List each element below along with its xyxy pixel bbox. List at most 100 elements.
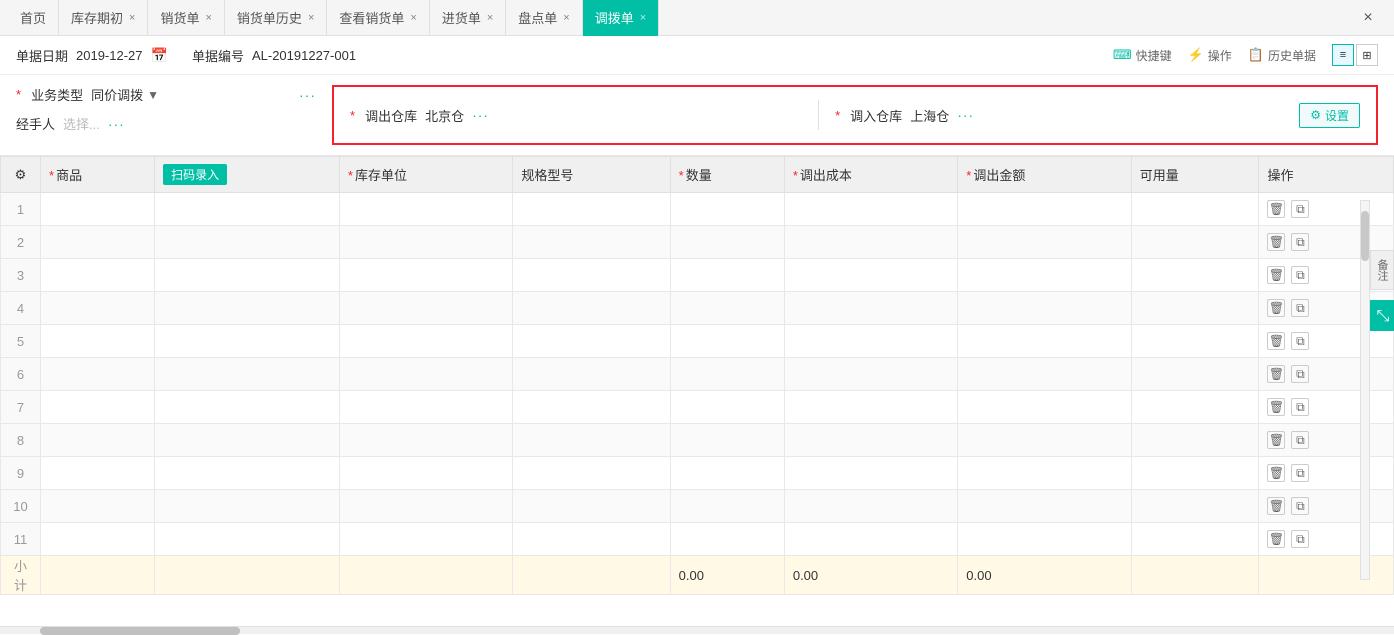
cell-unit[interactable] (339, 424, 512, 457)
tab-close-purchase-order[interactable]: × (487, 12, 493, 24)
copy-icon[interactable]: ⧉ (1291, 497, 1309, 515)
copy-icon[interactable]: ⧉ (1291, 464, 1309, 482)
cell-spec[interactable] (513, 490, 670, 523)
window-close-button[interactable]: × (1350, 0, 1386, 36)
cell-spec[interactable] (513, 325, 670, 358)
cell-product[interactable] (41, 358, 155, 391)
cell-cost[interactable] (784, 424, 957, 457)
cell-amount[interactable] (958, 457, 1131, 490)
delete-icon[interactable]: 🗑 (1267, 200, 1285, 218)
cell-unit[interactable] (339, 490, 512, 523)
cell-product[interactable] (41, 391, 155, 424)
cell-product[interactable] (41, 259, 155, 292)
handler-more[interactable]: ··· (108, 116, 125, 132)
vertical-scrollbar[interactable] (1360, 200, 1370, 580)
cell-spec[interactable] (513, 226, 670, 259)
cell-product[interactable] (41, 292, 155, 325)
cell-amount[interactable] (958, 424, 1131, 457)
cell-unit[interactable] (339, 259, 512, 292)
tab-close-sales-history[interactable]: × (308, 12, 314, 24)
cell-quantity[interactable] (670, 325, 784, 358)
delete-icon[interactable]: 🗑 (1267, 332, 1285, 350)
note-sidebar-button[interactable]: 备注 (1370, 250, 1394, 290)
col-gear[interactable]: ⚙ (1, 157, 41, 193)
tab-home[interactable]: 首页 (8, 0, 59, 36)
cell-cost[interactable] (784, 193, 957, 226)
copy-icon[interactable]: ⧉ (1291, 200, 1309, 218)
warehouse-out-more[interactable]: ··· (472, 107, 489, 123)
cell-cost[interactable] (784, 358, 957, 391)
business-type-arrow[interactable]: ▼ (147, 88, 159, 102)
warehouse-settings-button[interactable]: ⚙ 设置 (1299, 103, 1360, 128)
delete-icon[interactable]: 🗑 (1267, 464, 1285, 482)
cell-amount[interactable] (958, 292, 1131, 325)
tab-close-transfer[interactable]: × (640, 12, 646, 24)
history-button[interactable]: 📋 历史单据 (1248, 47, 1316, 64)
tab-close-sales-order[interactable]: × (205, 12, 211, 24)
cell-spec[interactable] (513, 424, 670, 457)
cell-unit[interactable] (339, 358, 512, 391)
shortcut-button[interactable]: ⌨ 快捷键 (1113, 47, 1172, 64)
cell-quantity[interactable] (670, 193, 784, 226)
tab-purchase-order[interactable]: 进货单 × (430, 0, 506, 36)
cell-quantity[interactable] (670, 490, 784, 523)
cell-amount[interactable] (958, 193, 1131, 226)
cell-cost[interactable] (784, 325, 957, 358)
cell-scan[interactable] (155, 358, 340, 391)
cell-available[interactable] (1131, 358, 1259, 391)
cell-quantity[interactable] (670, 457, 784, 490)
copy-icon[interactable]: ⧉ (1291, 431, 1309, 449)
cell-product[interactable] (41, 226, 155, 259)
cell-spec[interactable] (513, 292, 670, 325)
cell-cost[interactable] (784, 457, 957, 490)
cell-cost[interactable] (784, 292, 957, 325)
delete-icon[interactable]: 🗑 (1267, 299, 1285, 317)
tab-stocktake[interactable]: 盘点单 × (506, 0, 582, 36)
cell-available[interactable] (1131, 424, 1259, 457)
cell-scan[interactable] (155, 292, 340, 325)
cell-amount[interactable] (958, 490, 1131, 523)
cell-unit[interactable] (339, 523, 512, 556)
handler-input[interactable]: 选择... (63, 114, 100, 133)
tab-view-sales[interactable]: 查看销货单 × (327, 0, 429, 36)
cell-spec[interactable] (513, 523, 670, 556)
cell-available[interactable] (1131, 325, 1259, 358)
copy-icon[interactable]: ⧉ (1291, 398, 1309, 416)
cell-amount[interactable] (958, 226, 1131, 259)
horizontal-scrollbar[interactable] (0, 626, 1394, 634)
cell-available[interactable] (1131, 259, 1259, 292)
cell-quantity[interactable] (670, 358, 784, 391)
cell-available[interactable] (1131, 490, 1259, 523)
vertical-scroll-thumb[interactable] (1361, 211, 1369, 261)
business-type-select[interactable]: 同价调拨 ▼ (91, 85, 291, 104)
cell-cost[interactable] (784, 490, 957, 523)
cell-unit[interactable] (339, 325, 512, 358)
cell-amount[interactable] (958, 358, 1131, 391)
cell-product[interactable] (41, 457, 155, 490)
delete-icon[interactable]: 🗑 (1267, 266, 1285, 284)
cell-available[interactable] (1131, 391, 1259, 424)
cell-quantity[interactable] (670, 292, 784, 325)
cell-amount[interactable] (958, 391, 1131, 424)
cell-cost[interactable] (784, 523, 957, 556)
layout-list-button[interactable]: ≡ (1332, 44, 1354, 66)
cell-scan[interactable] (155, 325, 340, 358)
cell-spec[interactable] (513, 391, 670, 424)
tab-inventory-init[interactable]: 库存期初 × (59, 0, 148, 36)
cell-quantity[interactable] (670, 424, 784, 457)
cell-product[interactable] (41, 490, 155, 523)
warehouse-in-more[interactable]: ··· (957, 107, 974, 123)
tab-sales-history[interactable]: 销货单历史 × (225, 0, 327, 36)
operation-button[interactable]: ⚡ 操作 (1188, 47, 1232, 64)
cell-amount[interactable] (958, 523, 1131, 556)
cell-spec[interactable] (513, 193, 670, 226)
copy-icon[interactable]: ⧉ (1291, 266, 1309, 284)
delete-icon[interactable]: 🗑 (1267, 233, 1285, 251)
copy-icon[interactable]: ⧉ (1291, 365, 1309, 383)
delete-icon[interactable]: 🗑 (1267, 398, 1285, 416)
cell-cost[interactable] (784, 391, 957, 424)
cell-available[interactable] (1131, 226, 1259, 259)
cell-unit[interactable] (339, 457, 512, 490)
cell-scan[interactable] (155, 424, 340, 457)
cell-unit[interactable] (339, 391, 512, 424)
